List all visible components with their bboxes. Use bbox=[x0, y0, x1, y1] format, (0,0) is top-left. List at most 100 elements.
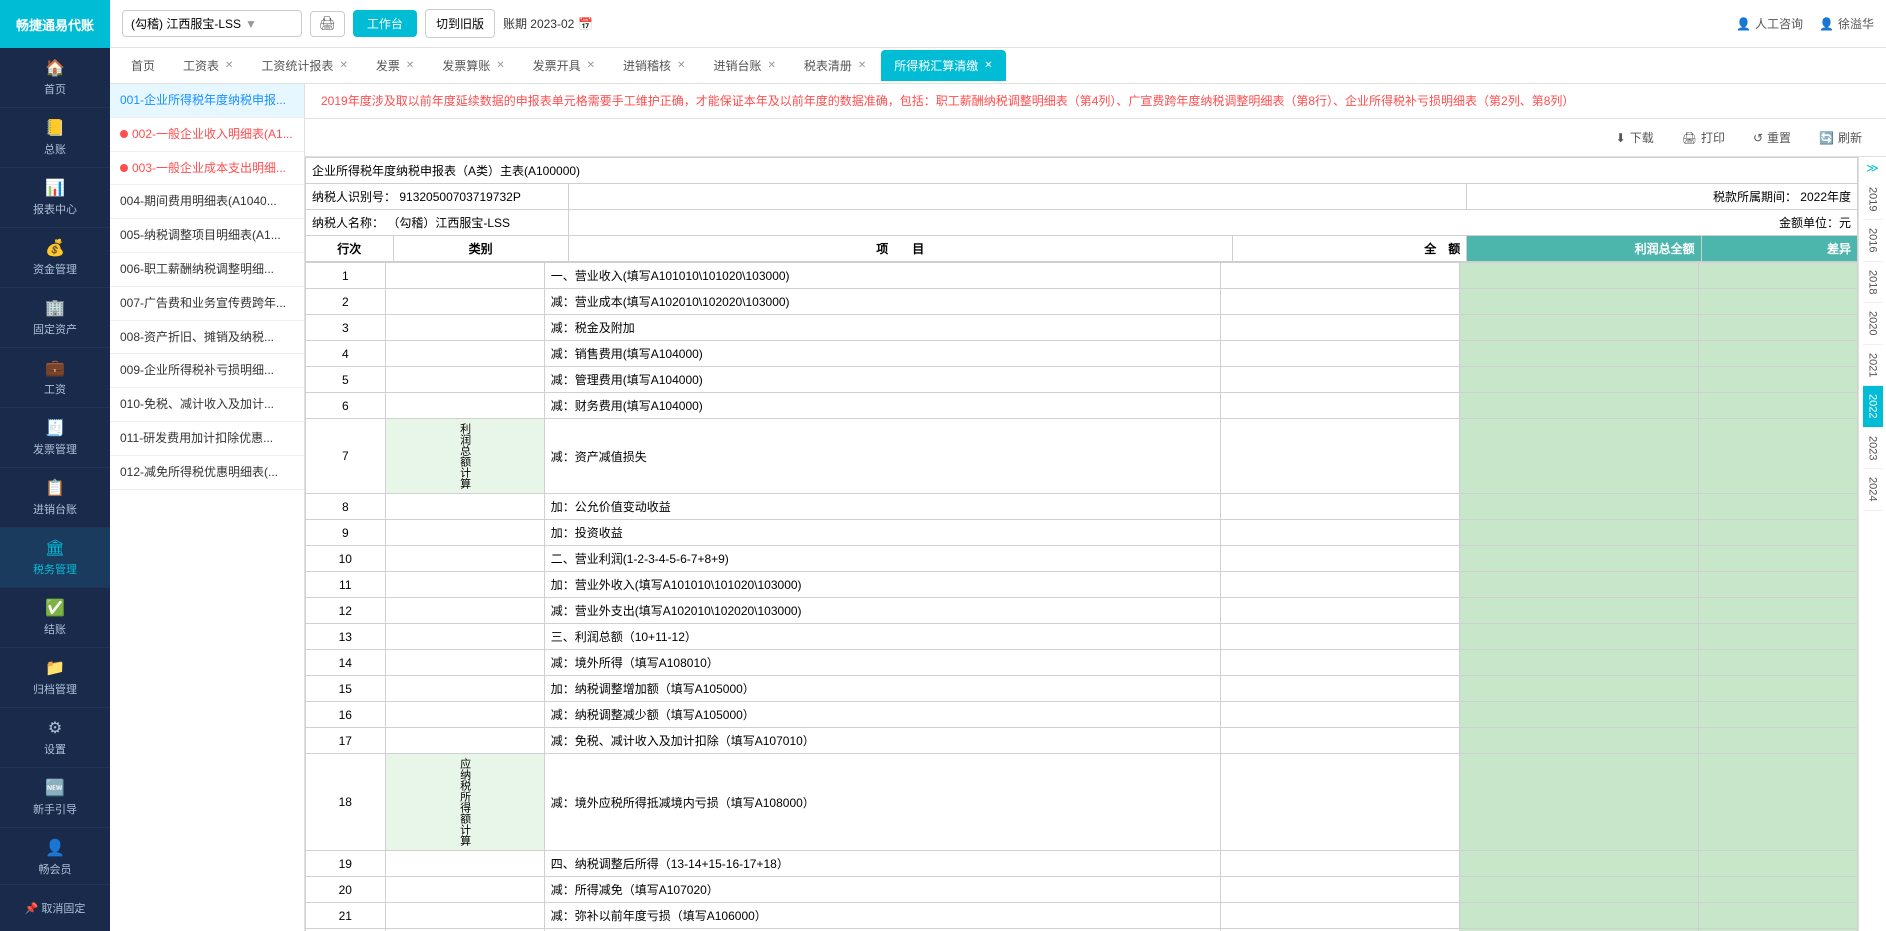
close-icon[interactable]: ✕ bbox=[496, 60, 504, 71]
list-item-012[interactable]: 012-减免所得税优惠明细表(... bbox=[110, 456, 304, 490]
close-icon[interactable]: ✕ bbox=[858, 60, 866, 71]
tab-invoice-open[interactable]: 发票开具 ✕ bbox=[520, 50, 608, 81]
expand-icon[interactable]: ≫ bbox=[1862, 157, 1883, 179]
tab-purchase-ledger[interactable]: 进销台账 ✕ bbox=[700, 50, 788, 81]
sidebar-item-settings[interactable]: ⚙ 设置 bbox=[0, 708, 110, 768]
close-icon[interactable]: ✕ bbox=[767, 60, 775, 71]
close-icon[interactable]: ✕ bbox=[587, 60, 595, 71]
close-icon[interactable]: ✕ bbox=[339, 60, 347, 71]
sidebar-item-home[interactable]: 🏠 首页 bbox=[0, 48, 110, 108]
row-amount bbox=[1221, 419, 1460, 494]
workstation-button[interactable]: 工作台 bbox=[353, 10, 417, 37]
close-icon[interactable]: ✕ bbox=[406, 60, 414, 71]
close-icon[interactable]: ✕ bbox=[225, 60, 233, 71]
app-logo: 畅捷通易代账 bbox=[0, 0, 110, 48]
sidebar-item-report-center[interactable]: 📊 报表中心 bbox=[0, 168, 110, 228]
print-icon-button[interactable]: 🖨 bbox=[310, 11, 345, 37]
sidebar-item-tax-mgmt[interactable]: 🏛 税务管理 bbox=[0, 528, 110, 588]
tab-payroll-stat[interactable]: 工资统计报表 ✕ bbox=[248, 50, 360, 81]
report-icon: 📊 bbox=[45, 178, 65, 198]
reset-button[interactable]: ↺ 重置 bbox=[1745, 125, 1799, 150]
list-item-011[interactable]: 011-研发费用加计扣除优惠... bbox=[110, 422, 304, 456]
table-row: 17减：免税、减计收入及加计扣除（填写A107010） bbox=[306, 728, 1858, 754]
tab-home[interactable]: 首页 bbox=[118, 50, 168, 81]
close-icon[interactable]: ✕ bbox=[677, 60, 685, 71]
row-item: 减：资产减值损失 bbox=[544, 419, 1221, 494]
sidebar-item-archive-label: 归档管理 bbox=[33, 681, 77, 697]
row-diff bbox=[1698, 598, 1857, 624]
year-item-2018[interactable]: 2018 bbox=[1863, 262, 1883, 303]
row-diff bbox=[1698, 419, 1857, 494]
sidebar-item-fixed-assets[interactable]: 🏢 固定资产 bbox=[0, 288, 110, 348]
company-selector[interactable]: (勾稽) 江西服宝-LSS ▼ bbox=[122, 10, 302, 37]
row-amount bbox=[1221, 520, 1460, 546]
tab-bar: 首页 工资表 ✕ 工资统计报表 ✕ 发票 ✕ 发票算账 ✕ 发票开具 ✕ 进销稽… bbox=[110, 48, 1886, 84]
sidebar-item-purchase-sales[interactable]: 📋 进销台账 bbox=[0, 468, 110, 528]
year-item-2021[interactable]: 2021 bbox=[1863, 345, 1883, 386]
sidebar-item-general-ledger[interactable]: 📒 总账 bbox=[0, 108, 110, 168]
list-item-002[interactable]: 002-一般企业收入明细表(A1... bbox=[110, 118, 304, 152]
close-icon[interactable]: ✕ bbox=[984, 60, 992, 71]
user-service-button[interactable]: 👤 人工咨询 bbox=[1736, 15, 1803, 32]
empty-cell bbox=[568, 184, 1467, 210]
tab-payroll-stat-label: 工资统计报表 bbox=[261, 57, 333, 74]
tab-invoice[interactable]: 发票 ✕ bbox=[363, 50, 427, 81]
list-item-008[interactable]: 008-资产折旧、摊销及纳税... bbox=[110, 321, 304, 355]
header-right: 👤 人工咨询 👤 徐溢华 bbox=[1736, 15, 1874, 32]
row-category bbox=[385, 624, 544, 650]
period-cell: 税款所属期间： 2022年度 bbox=[1467, 184, 1858, 210]
period-text: 账期 2023-02 bbox=[503, 15, 574, 32]
period-value: 2022年度 bbox=[1800, 190, 1851, 204]
pin-toggle[interactable]: 📌 取消固定 bbox=[25, 895, 86, 921]
row-diff bbox=[1698, 624, 1857, 650]
service-icon: 👤 bbox=[1736, 17, 1751, 31]
list-item-009[interactable]: 009-企业所得税补亏损明细... bbox=[110, 354, 304, 388]
row-index: 7 bbox=[306, 419, 386, 494]
sidebar-item-fund-mgmt[interactable]: 💰 资金管理 bbox=[0, 228, 110, 288]
tab-tax-clear[interactable]: 税表清册 ✕ bbox=[791, 50, 879, 81]
sidebar-item-member-label: 畅会员 bbox=[39, 861, 72, 877]
list-item-004[interactable]: 004-期间费用明细表(A1040... bbox=[110, 185, 304, 219]
row-amount bbox=[1221, 851, 1460, 877]
sidebar: 畅捷通易代账 🏠 首页 📒 总账 📊 报表中心 💰 资金管理 🏢 固定资产 💼 … bbox=[0, 0, 110, 931]
year-item-2023[interactable]: 2023 bbox=[1863, 428, 1883, 469]
sidebar-item-settle[interactable]: ✅ 结账 bbox=[0, 588, 110, 648]
print-button[interactable]: 🖨 打印 bbox=[1674, 125, 1733, 150]
sidebar-item-new-guide[interactable]: 🆕 新手引导 bbox=[0, 768, 110, 828]
row-item: 二、营业利润(1-2-3-4-5-6-7+8+9) bbox=[544, 546, 1221, 572]
list-item-006[interactable]: 006-职工薪酬纳税调整明细... bbox=[110, 253, 304, 287]
year-item-2022[interactable]: 2022 bbox=[1863, 386, 1883, 427]
list-item-007[interactable]: 007-广告费和业务宣传费跨年... bbox=[110, 287, 304, 321]
tab-payroll-label: 工资表 bbox=[183, 57, 219, 74]
sidebar-item-invoice-mgmt[interactable]: 🧾 发票管理 bbox=[0, 408, 110, 468]
list-item-005[interactable]: 005-纳税调整项目明细表(A1... bbox=[110, 219, 304, 253]
tab-income-tax[interactable]: 所得税汇算清缴 ✕ bbox=[881, 50, 1005, 81]
list-item-010[interactable]: 010-免税、减计收入及加计... bbox=[110, 388, 304, 422]
download-button[interactable]: ⬇ 下载 bbox=[1608, 125, 1662, 150]
row-diff bbox=[1698, 367, 1857, 393]
username-display[interactable]: 👤 徐溢华 bbox=[1819, 15, 1874, 32]
calendar-icon: 📅 bbox=[578, 17, 593, 31]
list-item-003[interactable]: 003-一般企业成本支出明细... bbox=[110, 152, 304, 186]
year-item-2020[interactable]: 2020 bbox=[1863, 303, 1883, 344]
switch-button[interactable]: 切到旧版 bbox=[425, 9, 495, 38]
table-row: 企业所得税年度纳税申报表（A类）主表(A100000) bbox=[306, 158, 1858, 184]
list-item-001[interactable]: 001-企业所得税年度纳税申报... bbox=[110, 84, 304, 118]
year-item-2016[interactable]: 2016 bbox=[1863, 220, 1883, 261]
row-diff bbox=[1698, 393, 1857, 419]
taxpayer-id-cell: 纳税人识别号： 91320500703719732P bbox=[306, 184, 569, 210]
year-item-2024[interactable]: 2024 bbox=[1863, 469, 1883, 510]
tab-purchase-check[interactable]: 进销稽核 ✕ bbox=[610, 50, 698, 81]
sidebar-item-payroll[interactable]: 💼 工资 bbox=[0, 348, 110, 408]
sidebar-item-invoice-label: 发票管理 bbox=[33, 441, 77, 457]
row-index: 12 bbox=[306, 598, 386, 624]
sidebar-item-member[interactable]: 👤 畅会员 bbox=[0, 828, 110, 884]
refresh-button[interactable]: 🔄 刷新 bbox=[1811, 125, 1870, 150]
tab-invoice-calc[interactable]: 发票算账 ✕ bbox=[429, 50, 517, 81]
row-category bbox=[385, 341, 544, 367]
sidebar-item-archive[interactable]: 📁 归档管理 bbox=[0, 648, 110, 708]
tab-payroll[interactable]: 工资表 ✕ bbox=[170, 50, 246, 81]
year-item-2019[interactable]: 2019 bbox=[1863, 179, 1883, 220]
row-amount bbox=[1221, 702, 1460, 728]
assets-icon: 🏢 bbox=[45, 298, 65, 318]
